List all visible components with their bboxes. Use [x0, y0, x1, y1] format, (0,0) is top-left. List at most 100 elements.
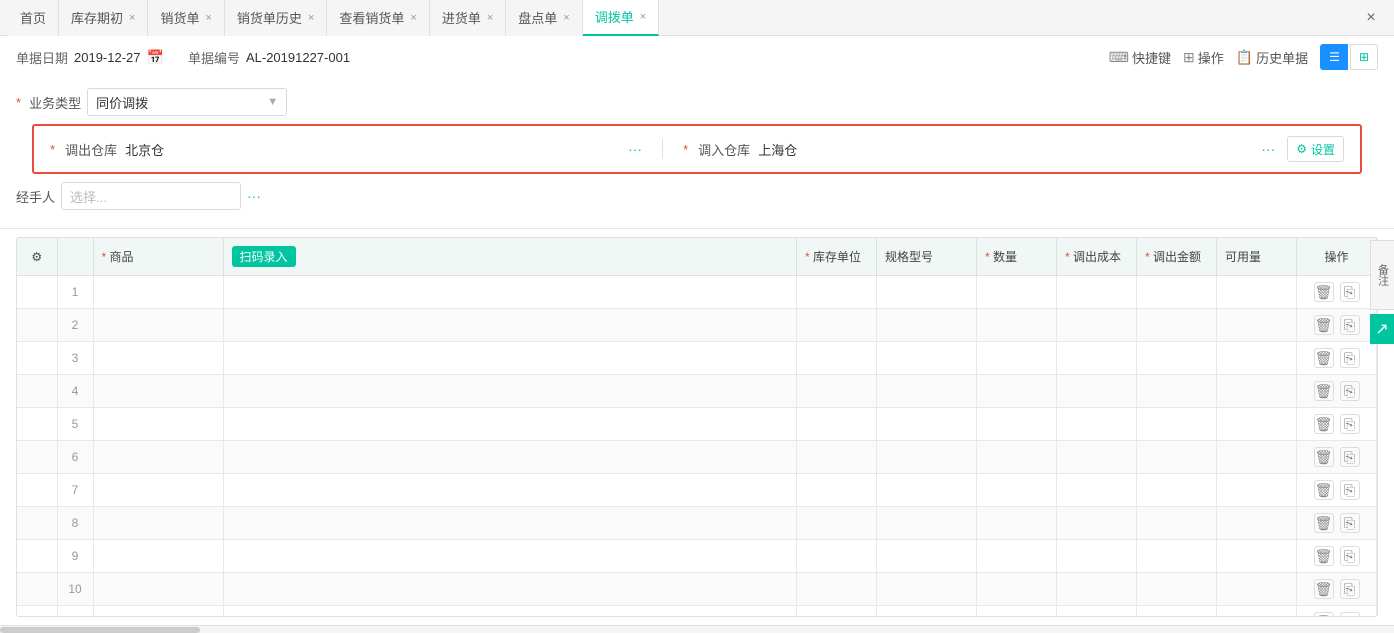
row-spec-cell[interactable]: [877, 276, 977, 309]
row-spec-cell[interactable]: [877, 342, 977, 375]
row-unit-cell[interactable]: [797, 573, 877, 606]
business-type-select[interactable]: 同价调拨 ▼: [87, 88, 287, 116]
row-copy-icon[interactable]: ⎘: [1340, 381, 1360, 401]
row-cost-cell[interactable]: [1057, 309, 1137, 342]
row-delete-icon[interactable]: 🗑: [1314, 348, 1334, 368]
tab-sales-history-close[interactable]: ×: [308, 12, 314, 24]
row-product-cell[interactable]: [93, 375, 223, 408]
row-cost-cell[interactable]: [1057, 408, 1137, 441]
row-cost-cell[interactable]: [1057, 276, 1137, 309]
tab-sales-order-close[interactable]: ×: [205, 12, 211, 24]
row-spec-cell[interactable]: [877, 474, 977, 507]
row-copy-icon[interactable]: ⎘: [1340, 348, 1360, 368]
row-cost-cell[interactable]: [1057, 375, 1137, 408]
row-amount-cell[interactable]: [1137, 408, 1217, 441]
row-unit-cell[interactable]: [797, 342, 877, 375]
col-scan-header[interactable]: 扫码录入: [223, 238, 797, 276]
doc-date-value[interactable]: 2019-12-27: [74, 50, 141, 65]
tab-transfer-close[interactable]: ×: [640, 11, 646, 23]
out-warehouse-value[interactable]: 北京仓: [125, 140, 164, 159]
row-cost-cell[interactable]: [1057, 507, 1137, 540]
row-unit-cell[interactable]: [797, 309, 877, 342]
row-amount-cell[interactable]: [1137, 540, 1217, 573]
row-qty-cell[interactable]: [977, 474, 1057, 507]
row-qty-cell[interactable]: [977, 276, 1057, 309]
row-unit-cell[interactable]: [797, 441, 877, 474]
row-copy-icon[interactable]: ⎘: [1340, 579, 1360, 599]
row-amount-cell[interactable]: [1137, 573, 1217, 606]
row-copy-icon[interactable]: ⎘: [1340, 414, 1360, 434]
tab-view-sales[interactable]: 查看销货单 ×: [327, 0, 429, 36]
row-unit-cell[interactable]: [797, 507, 877, 540]
row-unit-cell[interactable]: [797, 540, 877, 573]
row-product-cell[interactable]: [93, 342, 223, 375]
row-amount-cell[interactable]: [1137, 309, 1217, 342]
row-delete-icon[interactable]: 🗑: [1314, 315, 1334, 335]
row-cost-cell[interactable]: [1057, 441, 1137, 474]
row-qty-cell[interactable]: [977, 606, 1057, 618]
row-unit-cell[interactable]: [797, 408, 877, 441]
row-qty-cell[interactable]: [977, 408, 1057, 441]
scrollbar-thumb[interactable]: [0, 627, 200, 633]
tab-stock-init[interactable]: 库存期初 ×: [59, 0, 148, 36]
row-delete-icon[interactable]: 🗑: [1314, 612, 1334, 617]
scan-button[interactable]: 扫码录入: [232, 246, 296, 267]
tab-stocktake[interactable]: 盘点单 ×: [506, 0, 582, 36]
row-spec-cell[interactable]: [877, 309, 977, 342]
history-button[interactable]: 📋 历史单据: [1236, 48, 1308, 67]
row-cost-cell[interactable]: [1057, 342, 1137, 375]
tab-sales-order[interactable]: 销货单 ×: [148, 0, 224, 36]
tab-purchase-close[interactable]: ×: [487, 12, 493, 24]
row-qty-cell[interactable]: [977, 507, 1057, 540]
row-cost-cell[interactable]: [1057, 606, 1137, 618]
row-unit-cell[interactable]: [797, 606, 877, 618]
row-cost-cell[interactable]: [1057, 474, 1137, 507]
row-delete-icon[interactable]: 🗑: [1314, 546, 1334, 566]
row-copy-icon[interactable]: ⎘: [1340, 546, 1360, 566]
in-warehouse-more[interactable]: ···: [1261, 141, 1275, 157]
shortcut-button[interactable]: ⌨ 快捷键: [1109, 48, 1171, 67]
row-spec-cell[interactable]: [877, 573, 977, 606]
row-delete-icon[interactable]: 🗑: [1314, 381, 1334, 401]
tab-view-sales-close[interactable]: ×: [410, 12, 416, 24]
row-delete-icon[interactable]: 🗑: [1314, 480, 1334, 500]
layout-list-button[interactable]: ☰: [1320, 44, 1348, 70]
layout-grid-button[interactable]: ⊞: [1350, 44, 1378, 70]
row-product-cell[interactable]: [93, 606, 223, 618]
row-qty-cell[interactable]: [977, 441, 1057, 474]
row-delete-icon[interactable]: 🗑: [1314, 579, 1334, 599]
handler-more[interactable]: ···: [247, 188, 261, 204]
row-product-cell[interactable]: [93, 573, 223, 606]
row-unit-cell[interactable]: [797, 474, 877, 507]
row-amount-cell[interactable]: [1137, 342, 1217, 375]
row-delete-icon[interactable]: 🗑: [1314, 513, 1334, 533]
row-spec-cell[interactable]: [877, 540, 977, 573]
row-qty-cell[interactable]: [977, 573, 1057, 606]
row-qty-cell[interactable]: [977, 309, 1057, 342]
row-product-cell[interactable]: [93, 276, 223, 309]
row-delete-icon[interactable]: 🗑: [1314, 414, 1334, 434]
out-warehouse-more[interactable]: ···: [628, 141, 642, 157]
row-spec-cell[interactable]: [877, 606, 977, 618]
notes-tool[interactable]: 备注: [1370, 240, 1394, 310]
row-spec-cell[interactable]: [877, 441, 977, 474]
operation-button[interactable]: ⊞ 操作: [1183, 48, 1224, 67]
handler-select[interactable]: 选择...: [61, 182, 241, 210]
row-product-cell[interactable]: [93, 309, 223, 342]
row-delete-icon[interactable]: 🗑: [1314, 447, 1334, 467]
row-copy-icon[interactable]: ⎘: [1340, 612, 1360, 617]
row-cost-cell[interactable]: [1057, 573, 1137, 606]
row-amount-cell[interactable]: [1137, 507, 1217, 540]
row-unit-cell[interactable]: [797, 276, 877, 309]
row-product-cell[interactable]: [93, 540, 223, 573]
row-amount-cell[interactable]: [1137, 474, 1217, 507]
col-gear-header[interactable]: ⚙: [17, 238, 57, 276]
in-warehouse-value[interactable]: 上海仓: [758, 140, 797, 159]
row-qty-cell[interactable]: [977, 342, 1057, 375]
row-delete-icon[interactable]: 🗑: [1314, 282, 1334, 302]
tab-home[interactable]: 首页: [8, 0, 59, 36]
row-spec-cell[interactable]: [877, 507, 977, 540]
calendar-icon[interactable]: 📅: [147, 49, 164, 66]
row-qty-cell[interactable]: [977, 375, 1057, 408]
tab-stock-init-close[interactable]: ×: [129, 12, 135, 24]
